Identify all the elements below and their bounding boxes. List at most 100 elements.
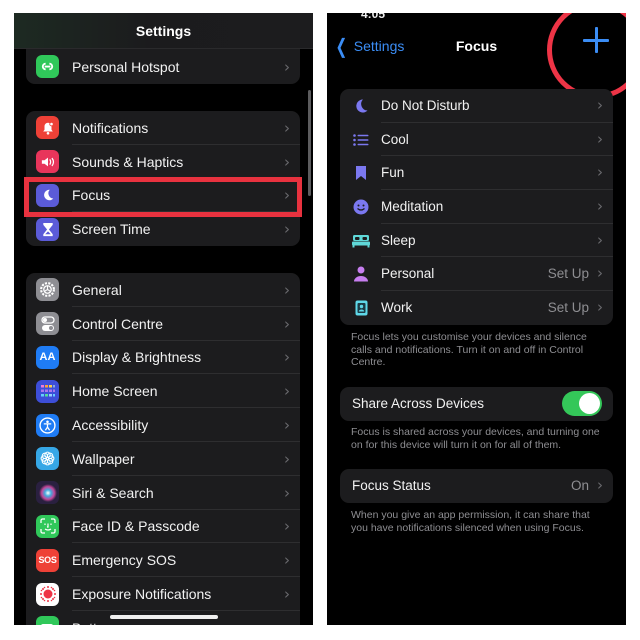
settings-row-siri-search[interactable]: Siri & Search › bbox=[26, 476, 300, 510]
focus-mode-setup-status: Set Up bbox=[547, 300, 589, 316]
battery-icon bbox=[36, 616, 59, 625]
chevron-right-icon: › bbox=[284, 483, 290, 502]
chevron-right-icon: › bbox=[284, 280, 290, 299]
settings-row-label: Notifications bbox=[72, 119, 149, 136]
app-grid-icon bbox=[36, 379, 59, 403]
chevron-right-icon: › bbox=[597, 264, 603, 283]
bed-icon bbox=[352, 232, 370, 250]
settings-row-label: Control Centre bbox=[72, 315, 164, 332]
chevron-right-icon: › bbox=[597, 298, 603, 317]
settings-row-label: General bbox=[72, 281, 122, 298]
settings-row-exposure-notifications[interactable]: Exposure Notifications › bbox=[26, 577, 300, 611]
chevron-right-icon: › bbox=[597, 163, 603, 182]
settings-group-hotspot: Personal Hotspot › bbox=[26, 49, 300, 84]
focus-description: Focus lets you customise your devices an… bbox=[351, 331, 587, 368]
focus-status-row[interactable]: Focus Status On › bbox=[340, 469, 613, 503]
focus-mode-label: Meditation bbox=[381, 199, 444, 215]
moon-icon bbox=[352, 97, 370, 115]
chevron-right-icon: › bbox=[284, 118, 290, 137]
sos-icon: SOS bbox=[36, 548, 59, 572]
chevron-right-icon: › bbox=[284, 517, 290, 536]
settings-row-label: Screen Time bbox=[72, 221, 151, 238]
focus-mode-work[interactable]: Work Set Up › bbox=[340, 291, 613, 325]
focus-mode-label: Do Not Disturb bbox=[381, 98, 470, 113]
settings-row-screen-time[interactable]: Screen Time › bbox=[26, 212, 300, 246]
link-icon bbox=[36, 55, 59, 78]
focus-mode-list: Do Not Disturb › Cool › Fun › Meditation › Sleep… bbox=[340, 89, 613, 325]
flower-icon bbox=[36, 447, 59, 471]
focus-mode-setup-status: Set Up bbox=[547, 266, 589, 282]
exposure-icon bbox=[36, 582, 59, 606]
focus-screen: 4:05 ❮ Settings Focus Do Not Disturb › Coo… bbox=[327, 13, 626, 625]
focus-mode-fun[interactable]: Fun › bbox=[340, 156, 613, 191]
settings-row-general[interactable]: General › bbox=[26, 273, 300, 307]
scrollbar[interactable] bbox=[308, 90, 311, 196]
focus-mode-meditation[interactable]: Meditation › bbox=[340, 190, 613, 224]
settings-row-label: Wallpaper bbox=[72, 450, 135, 467]
chevron-right-icon: › bbox=[284, 348, 290, 367]
settings-row-label: Face ID & Passcode bbox=[72, 518, 200, 535]
siri-icon bbox=[36, 481, 59, 505]
settings-row-label: Emergency SOS bbox=[72, 552, 177, 569]
settings-row-home-screen[interactable]: Home Screen › bbox=[26, 374, 300, 409]
settings-row-label: Exposure Notifications bbox=[72, 586, 212, 603]
focus-mode-personal[interactable]: Personal Set Up › bbox=[340, 257, 613, 292]
settings-row-label: Personal Hotspot bbox=[72, 58, 180, 75]
share-across-devices-row[interactable]: Share Across Devices bbox=[340, 387, 613, 421]
bookmark-icon bbox=[352, 164, 370, 182]
person-icon bbox=[352, 265, 370, 283]
toggle-knob bbox=[579, 393, 600, 414]
gear-icon bbox=[36, 278, 59, 302]
focus-mode-sleep[interactable]: Sleep › bbox=[340, 224, 613, 258]
chevron-right-icon: › bbox=[284, 152, 290, 171]
hourglass-icon bbox=[36, 217, 59, 241]
share-description: Focus is shared across your devices, and… bbox=[351, 426, 600, 451]
settings-row-notifications[interactable]: Notifications › bbox=[26, 111, 300, 145]
page-title: Settings bbox=[135, 23, 192, 39]
bell-icon bbox=[36, 116, 59, 140]
settings-row-label: Siri & Search bbox=[72, 484, 154, 501]
chevron-right-icon: › bbox=[284, 551, 290, 570]
list-icon bbox=[352, 131, 370, 149]
settings-row-label: Accessibility bbox=[72, 417, 149, 434]
chevron-right-icon: › bbox=[284, 220, 290, 239]
focus-status-value: On bbox=[570, 478, 589, 493]
focus-mode-do-not-disturb[interactable]: Do Not Disturb › bbox=[340, 89, 613, 123]
focus-mode-label: Work bbox=[381, 300, 413, 316]
chevron-right-icon: › bbox=[597, 230, 603, 249]
chevron-right-icon: › bbox=[284, 57, 290, 76]
settings-group-general: General › Control Centre › AA Display & Brigh… bbox=[26, 273, 300, 625]
focus-mode-label: Sleep bbox=[381, 232, 416, 248]
chevron-right-icon: › bbox=[284, 314, 290, 333]
settings-row-display-brightness[interactable]: AA Display & Brightness › bbox=[26, 341, 300, 375]
chevron-right-icon: › bbox=[284, 382, 290, 401]
settings-row-sounds-haptics[interactable]: Sounds & Haptics › bbox=[26, 145, 300, 179]
focus-mode-label: Personal bbox=[381, 266, 435, 282]
settings-row-label: Sounds & Haptics bbox=[72, 153, 184, 170]
focus-mode-label: Fun bbox=[381, 165, 405, 181]
focus-mode-label: Cool bbox=[381, 131, 409, 147]
chevron-right-icon: › bbox=[284, 619, 290, 625]
settings-row-label: Display & Brightness bbox=[72, 349, 202, 366]
share-across-devices-toggle[interactable] bbox=[562, 391, 602, 416]
home-indicator[interactable] bbox=[110, 615, 218, 619]
settings-row-accessibility[interactable]: Accessibility › bbox=[26, 408, 300, 442]
focus-status-label: Focus Status bbox=[352, 478, 431, 493]
settings-row-control-centre[interactable]: Control Centre › bbox=[26, 307, 300, 341]
chevron-right-icon: › bbox=[284, 585, 290, 604]
focus-status-description: When you give an app permission, it can … bbox=[351, 509, 590, 534]
chevron-right-icon: › bbox=[284, 416, 290, 435]
smiley-icon bbox=[352, 198, 370, 216]
chevron-right-icon: › bbox=[597, 129, 603, 148]
add-button-highlight-annotation bbox=[547, 13, 626, 99]
share-label: Share Across Devices bbox=[352, 396, 485, 411]
switches-icon bbox=[36, 312, 59, 336]
settings-row-label: Home Screen bbox=[72, 383, 158, 400]
chevron-right-icon: › bbox=[284, 449, 290, 468]
settings-row-personal-hotspot[interactable]: Personal Hotspot › bbox=[26, 49, 300, 84]
focus-mode-cool[interactable]: Cool › bbox=[340, 123, 613, 157]
text-size-icon: AA bbox=[36, 345, 59, 369]
settings-row-face-id-passcode[interactable]: Face ID & Passcode › bbox=[26, 510, 300, 544]
settings-row-emergency-sos[interactable]: SOS Emergency SOS › bbox=[26, 543, 300, 578]
settings-row-wallpaper[interactable]: Wallpaper › bbox=[26, 442, 300, 476]
